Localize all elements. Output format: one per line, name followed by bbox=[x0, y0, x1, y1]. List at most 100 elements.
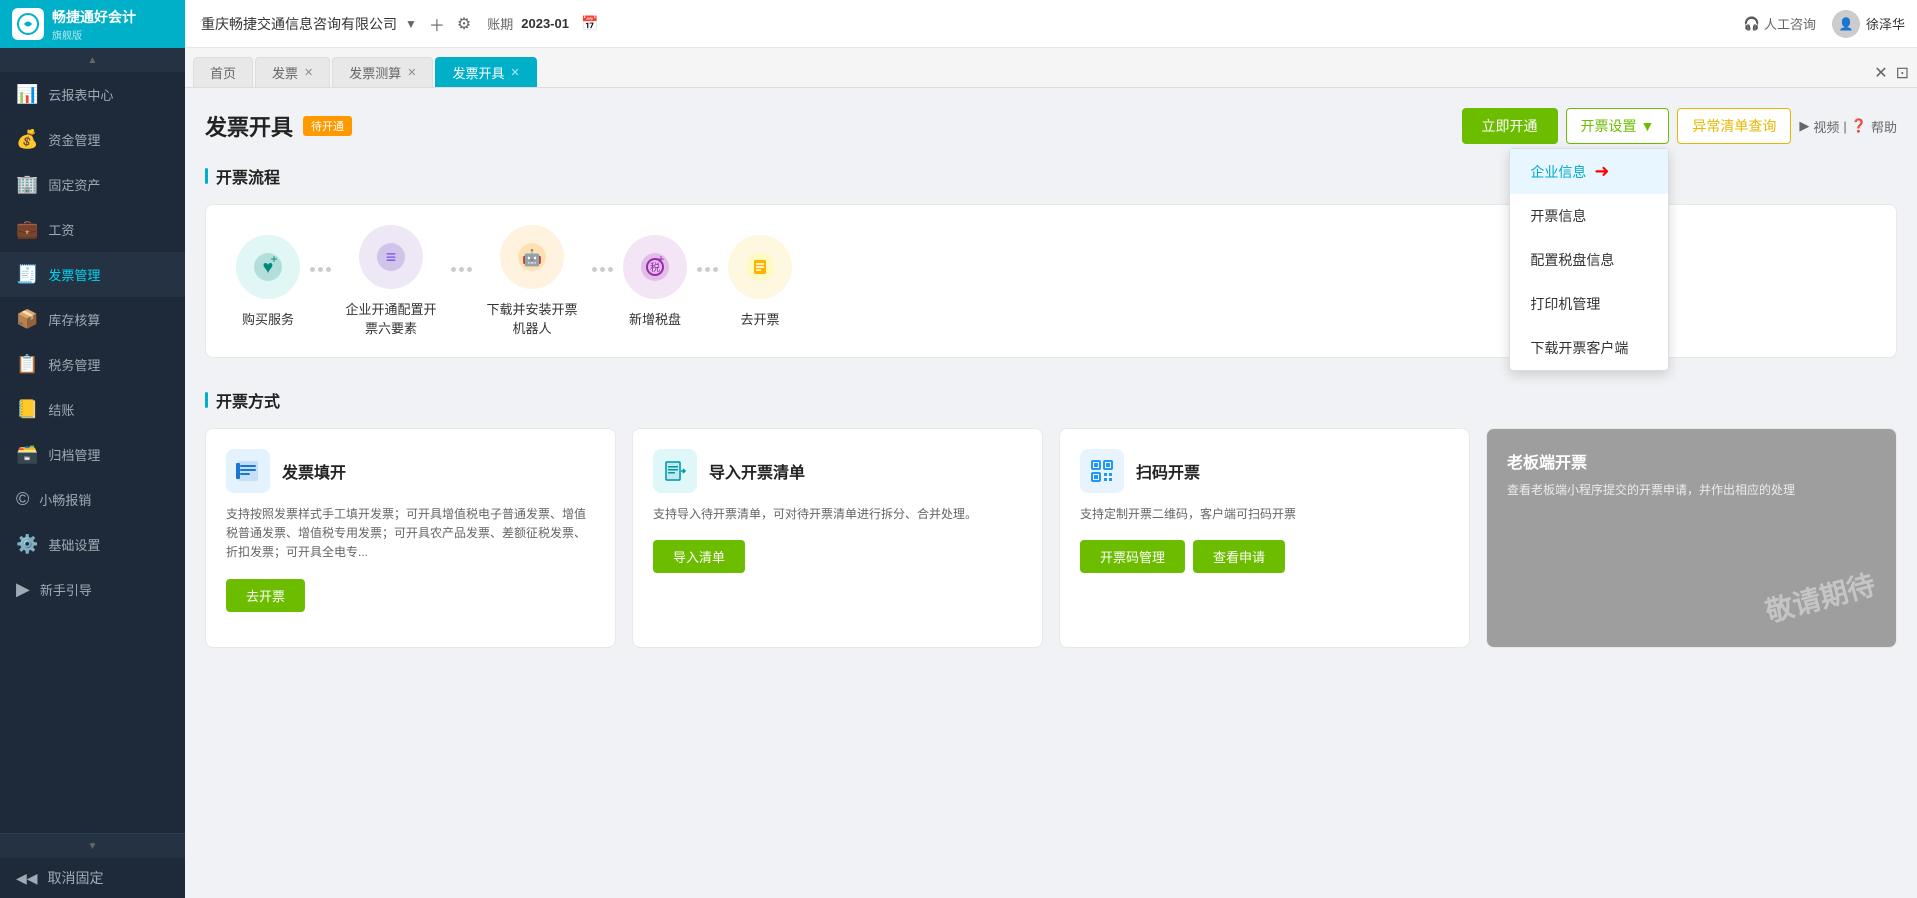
method-section: 开票方式 bbox=[205, 388, 1897, 648]
sidebar-item-archive[interactable]: 🗃️ 归档管理 bbox=[0, 432, 185, 477]
sidebar-item-salary[interactable]: 💼 工资 bbox=[0, 207, 185, 252]
sidebar-item-label: 库存核算 bbox=[48, 310, 100, 329]
sidebar-item-label: 基础设置 bbox=[48, 535, 100, 554]
step-1-label: 购买服务 bbox=[242, 309, 294, 328]
sidebar-item-inventory[interactable]: 📦 库存核算 bbox=[0, 297, 185, 342]
sidebar-item-account[interactable]: 📒 结账 bbox=[0, 387, 185, 432]
company-dropdown-button[interactable]: ▼ bbox=[405, 17, 417, 31]
avatar: 👤 bbox=[1832, 10, 1860, 38]
logo-icon bbox=[12, 8, 44, 40]
import-icon bbox=[653, 449, 697, 493]
svg-text:🤖: 🤖 bbox=[522, 248, 542, 267]
qr-manage-button[interactable]: 开票码管理 bbox=[1080, 540, 1185, 573]
view-apply-button[interactable]: 查看申请 bbox=[1193, 540, 1285, 573]
dropdown-item-invoice-info[interactable]: 开票信息 bbox=[1510, 194, 1668, 238]
logo-area: 畅捷通好会计 旗舰版 bbox=[0, 0, 185, 48]
fill-method-name: 发票填开 bbox=[282, 459, 346, 483]
svg-text:≡: ≡ bbox=[386, 247, 397, 267]
fill-invoice-button[interactable]: 去开票 bbox=[226, 579, 305, 612]
method-card-fill-header: 发票填开 bbox=[226, 449, 595, 493]
sidebar-scroll-down[interactable]: ▼ bbox=[0, 834, 185, 858]
cancel-fixed-icon: ◀◀ bbox=[16, 870, 38, 887]
cancel-fixed-button[interactable]: ◀◀ 取消固定 bbox=[0, 858, 185, 898]
expand-tab-button[interactable]: ⊡ bbox=[1896, 63, 1909, 83]
video-button[interactable]: ▶ 视频 | ❓ 帮助 bbox=[1799, 117, 1897, 136]
guide-icon: ▶ bbox=[16, 579, 30, 600]
play-icon: ▶ bbox=[1799, 118, 1809, 134]
sidebar-item-label: 新手引导 bbox=[40, 580, 92, 599]
tab-home[interactable]: 首页 bbox=[193, 57, 253, 87]
user-area[interactable]: 👤 徐泽华 bbox=[1832, 10, 1905, 38]
method-section-title: 开票方式 bbox=[205, 388, 1897, 412]
sidebar-item-label: 税务管理 bbox=[48, 355, 100, 374]
tab-invoice-close[interactable]: ✕ bbox=[304, 66, 313, 79]
add-company-button[interactable]: ＋ bbox=[429, 12, 445, 36]
step-4-icon: + 税 bbox=[623, 235, 687, 299]
dropdown-item-printer[interactable]: 打印机管理 bbox=[1510, 282, 1668, 326]
cloud-report-icon: 📊 bbox=[16, 84, 38, 105]
page-header: 发票开具 待开通 立即开通 开票设置 ▼ 企业信息 bbox=[205, 108, 1897, 144]
sidebar-item-invoice[interactable]: 🧾 发票管理 bbox=[0, 252, 185, 297]
sidebar-item-label: 资金管理 bbox=[48, 130, 100, 149]
settings-icon[interactable]: ⚙ bbox=[457, 14, 471, 34]
tab-invoice-open-close[interactable]: ✕ bbox=[511, 66, 520, 79]
account-icon: 📒 bbox=[16, 399, 38, 420]
settings-dropdown-container: 开票设置 ▼ 企业信息 ➜ 开票信息 bbox=[1566, 108, 1670, 144]
settings-button[interactable]: 开票设置 ▼ bbox=[1566, 108, 1670, 144]
tab-invoice-calc-close[interactable]: ✕ bbox=[407, 66, 416, 79]
tab-invoice-open-label: 发票开具 bbox=[452, 63, 504, 82]
import-method-desc: 支持导入待开票清单，可对待开票清单进行拆分、合并处理。 bbox=[653, 505, 1022, 524]
sidebar-item-settings[interactable]: ⚙️ 基础设置 bbox=[0, 522, 185, 567]
sidebar-item-assets[interactable]: 🏢 固定资产 bbox=[0, 162, 185, 207]
dropdown-item-company-info[interactable]: 企业信息 ➜ bbox=[1510, 149, 1668, 194]
method-card-scan: 扫码开票 支持定制开票二维码，客户端可扫码开票 开票码管理 查看申请 bbox=[1059, 428, 1470, 648]
sidebar-item-label: 云报表中心 bbox=[48, 85, 113, 104]
sidebar-item-guide[interactable]: ▶ 新手引导 bbox=[0, 567, 185, 612]
sidebar-item-cloud-report[interactable]: 📊 云报表中心 bbox=[0, 72, 185, 117]
invoice-info-label: 开票信息 bbox=[1530, 206, 1586, 226]
page-header-actions: 立即开通 开票设置 ▼ 企业信息 ➜ bbox=[1462, 108, 1897, 144]
svg-text:税: 税 bbox=[650, 261, 660, 274]
step-1-icon: ♥ + bbox=[236, 235, 300, 299]
abnormal-list-button[interactable]: 异常清单查询 bbox=[1677, 108, 1791, 144]
step-dots-4 bbox=[697, 267, 718, 296]
logo-sub: 旗舰版 bbox=[52, 27, 136, 42]
scan-method-name: 扫码开票 bbox=[1136, 459, 1200, 483]
red-arrow-icon: ➜ bbox=[1594, 161, 1609, 182]
close-tab-button[interactable]: ✕ bbox=[1874, 63, 1887, 83]
import-list-button[interactable]: 导入清单 bbox=[653, 540, 745, 573]
company-info-label: 企业信息 bbox=[1530, 162, 1586, 182]
step-2: ≡ 企业开通配置开票六要素 bbox=[341, 225, 441, 337]
salary-icon: 💼 bbox=[16, 219, 38, 240]
download-client-label: 下载开票客户端 bbox=[1530, 338, 1628, 358]
settings-sidebar-icon: ⚙️ bbox=[16, 534, 38, 555]
tab-invoice[interactable]: 发票 ✕ bbox=[255, 57, 330, 87]
boss-method-desc: 查看老板端小程序提交的开票申请，并作出相应的处理 bbox=[1507, 481, 1876, 500]
import-method-name: 导入开票清单 bbox=[709, 459, 805, 483]
tab-invoice-open[interactable]: 发票开具 ✕ bbox=[435, 57, 536, 87]
company-name: 重庆畅捷交通信息咨询有限公司 bbox=[201, 14, 397, 34]
tab-invoice-calc[interactable]: 发票测算 ✕ bbox=[332, 57, 433, 87]
step-5-label: 去开票 bbox=[740, 309, 779, 328]
tabs-bar: 首页 发票 ✕ 发票测算 ✕ 发票开具 ✕ ✕ ⊡ bbox=[185, 48, 1917, 88]
support-button[interactable]: 🎧 人工咨询 bbox=[1744, 14, 1816, 33]
scan-icon bbox=[1080, 449, 1124, 493]
sidebar-item-capital[interactable]: 💰 资金管理 bbox=[0, 117, 185, 162]
dropdown-item-download-client[interactable]: 下载开票客户端 bbox=[1510, 326, 1668, 370]
step-4: + 税 新增税盘 bbox=[623, 235, 687, 328]
user-name: 徐泽华 bbox=[1866, 14, 1905, 33]
svg-text:+: + bbox=[270, 252, 277, 266]
support-label: 人工咨询 bbox=[1764, 14, 1816, 33]
activate-button[interactable]: 立即开通 bbox=[1462, 108, 1558, 144]
assets-icon: 🏢 bbox=[16, 174, 38, 195]
sidebar-item-tax[interactable]: 📋 税务管理 bbox=[0, 342, 185, 387]
tab-home-label: 首页 bbox=[210, 63, 236, 82]
sidebar-item-label: 小畅报销 bbox=[39, 490, 91, 509]
dropdown-item-tax-disk[interactable]: 配置税盘信息 bbox=[1510, 238, 1668, 282]
sidebar-item-report[interactable]: © 小畅报销 bbox=[0, 477, 185, 522]
top-bar: 重庆畅捷交通信息咨询有限公司 ▼ ＋ ⚙ 账期 2023-01 📅 🎧 人工咨询… bbox=[185, 0, 1917, 48]
fill-icon bbox=[226, 449, 270, 493]
inventory-icon: 📦 bbox=[16, 309, 38, 330]
sidebar-scroll-up[interactable]: ▲ bbox=[0, 48, 185, 72]
calendar-icon[interactable]: 📅 bbox=[581, 15, 598, 32]
